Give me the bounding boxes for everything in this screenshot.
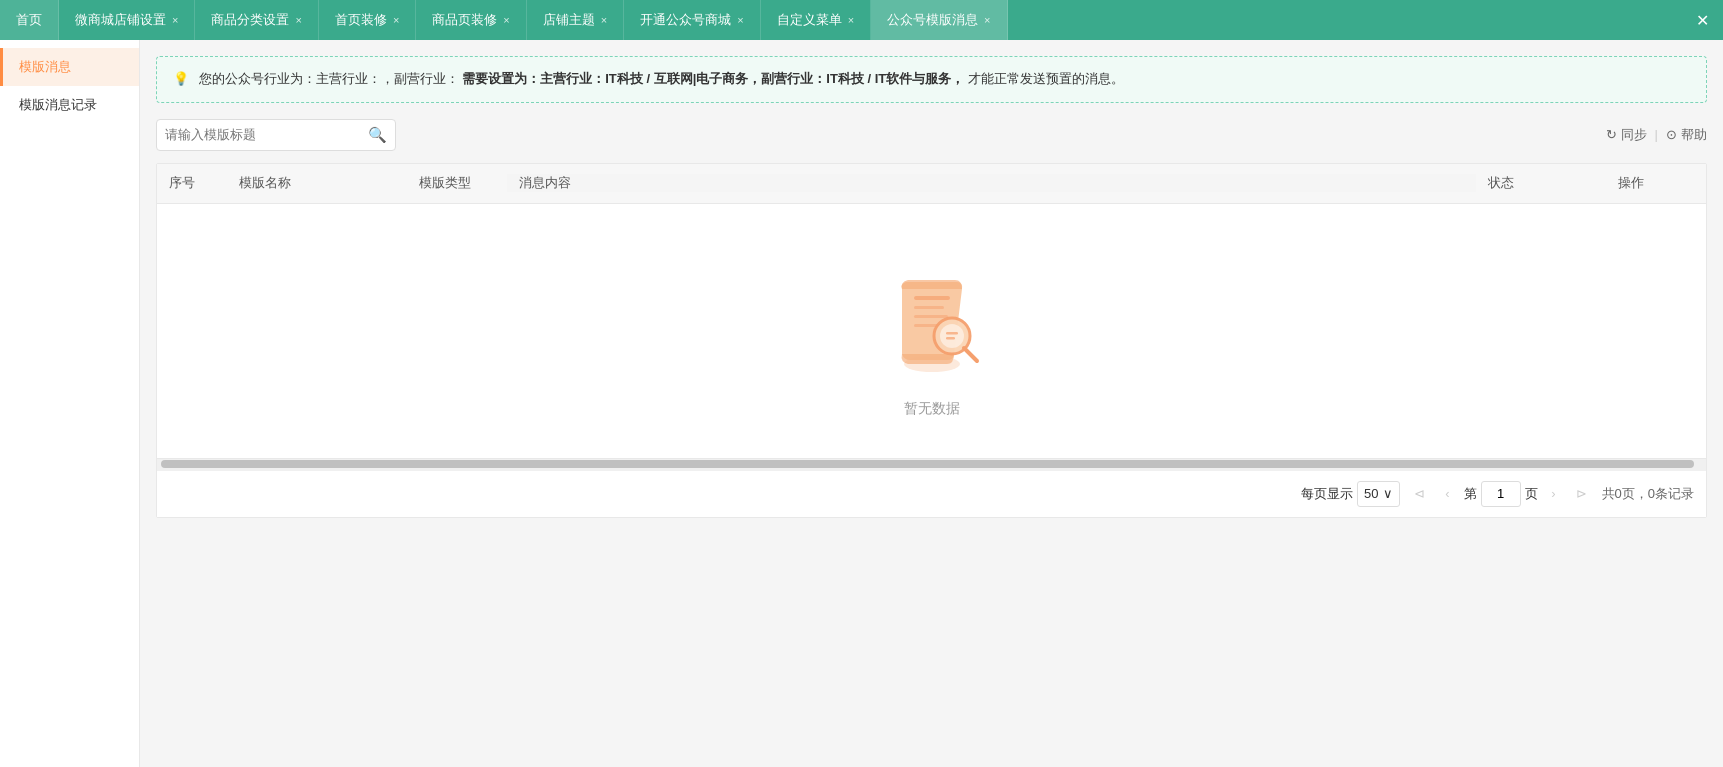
content-area: 💡 您的公众号行业为：主营行业：，副营行业： 需要设置为：主营行业：IT科技 /… bbox=[140, 40, 1723, 767]
close-tab-template-msg[interactable]: × bbox=[984, 14, 990, 26]
search-input[interactable] bbox=[165, 127, 368, 142]
table-header: 序号 模版名称 模版类型 消息内容 状态 操作 bbox=[157, 164, 1706, 204]
tab-template-msg[interactable]: 公众号模版消息 × bbox=[871, 0, 1007, 40]
tab-home[interactable]: 首页 bbox=[0, 0, 59, 40]
close-tab-category-settings[interactable]: × bbox=[295, 14, 301, 26]
empty-icon bbox=[872, 264, 992, 384]
empty-state: 暂无数据 bbox=[157, 204, 1706, 458]
th-type: 模版类型 bbox=[407, 174, 507, 192]
notice-icon: 💡 bbox=[173, 71, 189, 86]
search-input-wrap: 🔍 bbox=[156, 119, 396, 151]
svg-line-7 bbox=[964, 348, 977, 361]
sidebar-item-template-message[interactable]: 模版消息 bbox=[0, 48, 139, 86]
search-row: 🔍 ↻ 同步 | ⊙ 帮助 bbox=[156, 119, 1707, 151]
chevron-down-icon: ∨ bbox=[1383, 486, 1393, 501]
tab-product-decor[interactable]: 商品页装修 × bbox=[416, 0, 526, 40]
sync-button[interactable]: ↻ 同步 bbox=[1606, 126, 1647, 144]
close-tab-custom-menu[interactable]: × bbox=[848, 14, 854, 26]
sidebar-item-template-message-log[interactable]: 模版消息记录 bbox=[0, 86, 139, 124]
notice-box: 💡 您的公众号行业为：主营行业：，副营行业： 需要设置为：主营行业：IT科技 /… bbox=[156, 56, 1707, 103]
toolbar-right: ↻ 同步 | ⊙ 帮助 bbox=[1606, 126, 1707, 144]
close-tab-wshop-settings[interactable]: × bbox=[172, 14, 178, 26]
search-icon[interactable]: 🔍 bbox=[368, 126, 387, 144]
close-tab-open-mall[interactable]: × bbox=[737, 14, 743, 26]
tab-category-settings[interactable]: 商品分类设置 × bbox=[195, 0, 318, 40]
tab-custom-menu[interactable]: 自定义菜单 × bbox=[761, 0, 871, 40]
per-page-select: 每页显示 50 ∨ bbox=[1301, 481, 1399, 507]
tab-open-mall[interactable]: 开通公众号商城 × bbox=[624, 0, 760, 40]
close-tab-shop-theme[interactable]: × bbox=[601, 14, 607, 26]
close-all-tabs[interactable]: ✕ bbox=[1682, 0, 1723, 40]
main-layout: 模版消息 模版消息记录 💡 您的公众号行业为：主营行业：，副营行业： 需要设置为… bbox=[0, 40, 1723, 767]
toolbar-divider: | bbox=[1655, 127, 1658, 142]
svg-rect-8 bbox=[946, 332, 958, 335]
tab-shop-theme[interactable]: 店铺主题 × bbox=[527, 0, 624, 40]
page-nav: ⊲ ‹ 第 页 › ⊳ bbox=[1408, 481, 1594, 507]
svg-point-6 bbox=[940, 324, 964, 348]
first-page-button[interactable]: ⊲ bbox=[1408, 482, 1432, 506]
per-page-dropdown[interactable]: 50 ∨ bbox=[1357, 481, 1399, 507]
tab-bar: 首页 微商城店铺设置 × 商品分类设置 × 首页装修 × 商品页装修 × 店铺主… bbox=[0, 0, 1723, 40]
th-content: 消息内容 bbox=[507, 174, 1476, 192]
svg-rect-3 bbox=[914, 315, 948, 318]
th-status: 状态 bbox=[1476, 174, 1606, 192]
svg-rect-1 bbox=[914, 296, 950, 300]
help-icon: ⊙ bbox=[1666, 127, 1677, 142]
sidebar: 模版消息 模版消息记录 bbox=[0, 40, 140, 767]
page-number-input[interactable] bbox=[1481, 481, 1521, 507]
svg-rect-2 bbox=[914, 306, 944, 309]
th-name: 模版名称 bbox=[227, 174, 407, 192]
svg-rect-9 bbox=[946, 337, 955, 340]
th-seq: 序号 bbox=[157, 174, 227, 192]
th-action: 操作 bbox=[1606, 174, 1706, 192]
close-tab-home-decor[interactable]: × bbox=[393, 14, 399, 26]
total-info: 共0页，0条记录 bbox=[1602, 485, 1694, 503]
help-button[interactable]: ⊙ 帮助 bbox=[1666, 126, 1707, 144]
tab-wshop-settings[interactable]: 微商城店铺设置 × bbox=[59, 0, 195, 40]
pagination-row: 每页显示 50 ∨ ⊲ ‹ 第 页 › ⊳ 共0页，0条记录 bbox=[157, 470, 1706, 517]
scrollbar-thumb[interactable] bbox=[161, 460, 1694, 468]
sync-icon: ↻ bbox=[1606, 127, 1617, 142]
close-tab-product-decor[interactable]: × bbox=[503, 14, 509, 26]
last-page-button[interactable]: ⊳ bbox=[1570, 482, 1594, 506]
horizontal-scrollbar[interactable] bbox=[157, 458, 1706, 470]
data-table: 序号 模版名称 模版类型 消息内容 状态 操作 bbox=[156, 163, 1707, 518]
next-page-button[interactable]: › bbox=[1542, 482, 1566, 506]
prev-page-button[interactable]: ‹ bbox=[1436, 482, 1460, 506]
empty-text: 暂无数据 bbox=[904, 400, 960, 418]
tab-home-decor[interactable]: 首页装修 × bbox=[319, 0, 416, 40]
